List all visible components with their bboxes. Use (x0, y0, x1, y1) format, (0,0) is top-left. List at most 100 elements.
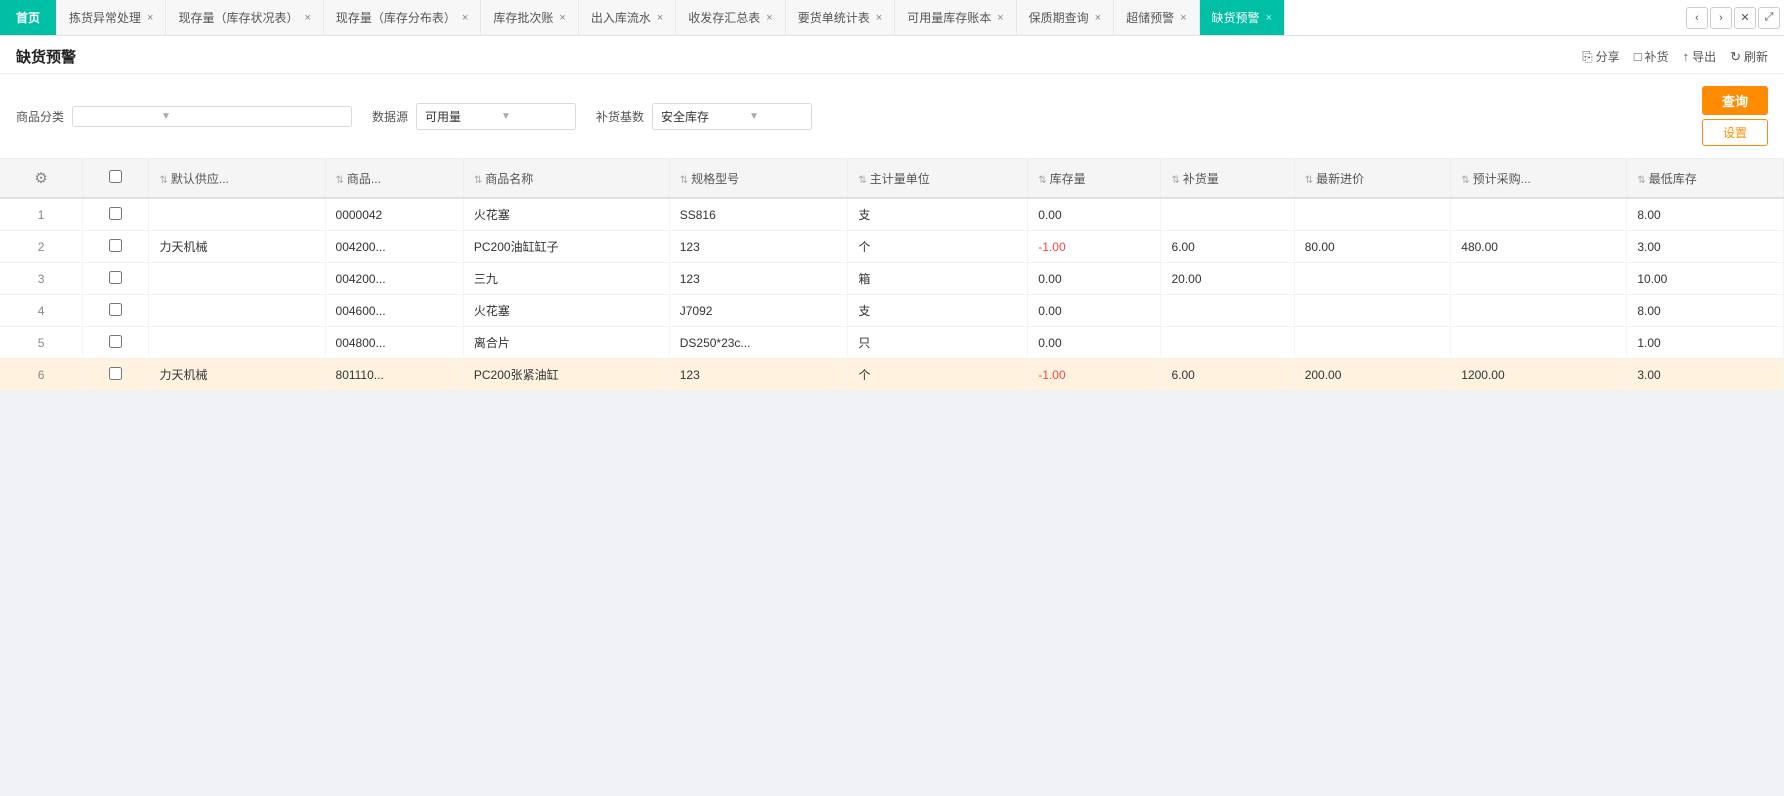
page-header: 缺货预警 ⎘ 分享 □ 补货 ↑ 导出 ↻ 刷新 (0, 36, 1784, 74)
tab-item-defect-process[interactable]: 拣货异常处理× (57, 0, 166, 35)
tab-close-defect-process[interactable]: × (147, 12, 153, 24)
td-default_supplier-row-5 (149, 327, 325, 359)
tab-label-home: 首页 (16, 9, 40, 26)
tab-close-demand-stats[interactable]: × (876, 12, 882, 24)
tab-nav-buttons: ‹ › ✕ ⤢ (1682, 0, 1784, 35)
settings-button[interactable]: 设置 (1702, 119, 1768, 146)
datasource-select[interactable]: 可用量 ▼ (416, 103, 576, 130)
th-latest_price[interactable]: ⇅最新进价 (1294, 159, 1451, 198)
tab-close-all-button[interactable]: ✕ (1734, 7, 1756, 29)
tab-label-inventory-dist: 现存量（库存分布表） (336, 9, 456, 26)
row-checkbox-4[interactable] (109, 303, 122, 316)
col-label-unit: 主计量单位 (870, 172, 930, 186)
tab-close-inventory-dist[interactable]: × (462, 12, 468, 24)
tab-item-available-ledger[interactable]: 可用量库存账本× (895, 0, 1016, 35)
td-goods_code-row-3: 004200... (325, 263, 463, 295)
td-checkbox-row-5 (83, 327, 149, 359)
th-goods_name[interactable]: ⇅商品名称 (463, 159, 669, 198)
row-checkbox-1[interactable] (109, 207, 122, 220)
th-default_supplier[interactable]: ⇅默认供应... (149, 159, 325, 198)
replenish-button[interactable]: □ 补货 (1634, 48, 1669, 65)
tab-expand-button[interactable]: ⤢ (1758, 7, 1780, 29)
th-replenish_qty[interactable]: ⇅补货量 (1161, 159, 1294, 198)
td-spec-row-6: 123 (669, 359, 848, 391)
col-label-goods_name: 商品名称 (485, 172, 533, 186)
td-replenish_qty-row-4 (1161, 295, 1294, 327)
tab-close-in-out-flow[interactable]: × (657, 12, 663, 24)
tab-item-overstock-warning[interactable]: 超储预警× (1114, 0, 1199, 35)
row-checkbox-6[interactable] (109, 367, 122, 380)
th-stock[interactable]: ⇅库存量 (1028, 159, 1161, 198)
replenish-base-filter-group: 补货基数 安全库存 ▼ (596, 103, 812, 130)
tab-item-demand-stats[interactable]: 要货单统计表× (786, 0, 895, 35)
tab-label-expiry-query: 保质期查询 (1029, 9, 1089, 26)
td-replenish_qty-row-3: 20.00 (1161, 263, 1294, 295)
td-goods_name-row-6: PC200张紧油缸 (463, 359, 669, 391)
th-forecast_purchase[interactable]: ⇅预计采购... (1451, 159, 1627, 198)
category-select-arrow: ▼ (161, 111, 171, 122)
sort-icon-goods_name: ⇅ (474, 175, 482, 186)
table-header-row: ⚙⇅默认供应...⇅商品...⇅商品名称⇅规格型号⇅主计量单位⇅库存量⇅补货量⇅… (0, 159, 1784, 198)
table-row: 3004200...三九123箱0.0020.0010.00 (0, 263, 1784, 295)
share-button[interactable]: ⎘ 分享 (1582, 48, 1619, 65)
td-forecast_purchase-row-2: 480.00 (1451, 231, 1627, 263)
export-button[interactable]: ↑ 导出 (1683, 48, 1717, 65)
td-unit-row-1: 支 (848, 198, 1028, 231)
tab-close-collect-summary[interactable]: × (766, 12, 772, 24)
tab-close-batch-account[interactable]: × (559, 12, 565, 24)
tab-item-collect-summary[interactable]: 收发存汇总表× (676, 0, 785, 35)
tab-close-inventory-status[interactable]: × (304, 12, 310, 24)
tab-item-home[interactable]: 首页 (0, 0, 57, 35)
tab-prev-button[interactable]: ‹ (1686, 7, 1708, 29)
tab-close-shortage-warning[interactable]: × (1266, 12, 1272, 24)
th-unit[interactable]: ⇅主计量单位 (848, 159, 1028, 198)
table-settings-icon[interactable]: ⚙ (30, 167, 52, 189)
tab-item-shortage-warning[interactable]: 缺货预警× (1200, 0, 1285, 35)
tab-item-expiry-query[interactable]: 保质期查询 × (1017, 0, 1114, 35)
td-default_supplier-row-2: 力天机械 (149, 231, 325, 263)
category-select[interactable]: ▼ (72, 106, 352, 127)
td-settings-row-1: 1 (0, 198, 83, 231)
tab-item-inventory-status[interactable]: 现存量（库存状况表）× (166, 0, 323, 35)
table-row: 2力天机械004200...PC200油缸缸子123个-1.006.0080.0… (0, 231, 1784, 263)
row-checkbox-5[interactable] (109, 335, 122, 348)
refresh-button[interactable]: ↻ 刷新 (1730, 48, 1768, 65)
query-button[interactable]: 查询 (1702, 86, 1768, 115)
td-stock-row-6: -1.00 (1028, 359, 1161, 391)
replenish-base-select[interactable]: 安全库存 ▼ (652, 103, 812, 130)
td-latest_price-row-6: 200.00 (1294, 359, 1451, 391)
tab-bar: 首页拣货异常处理×现存量（库存状况表）×现存量（库存分布表）×库存批次账×出入库… (0, 0, 1784, 36)
td-forecast_purchase-row-6: 1200.00 (1451, 359, 1627, 391)
tab-next-button[interactable]: › (1710, 7, 1732, 29)
share-icon: ⎘ (1582, 49, 1592, 65)
th-spec[interactable]: ⇅规格型号 (669, 159, 848, 198)
td-checkbox-row-2 (83, 231, 149, 263)
th-goods_code[interactable]: ⇅商品... (325, 159, 463, 198)
datasource-filter-group: 数据源 可用量 ▼ (372, 103, 576, 130)
th-min_stock[interactable]: ⇅最低库存 (1627, 159, 1784, 198)
tab-close-expiry-query[interactable]: × (1095, 12, 1101, 24)
td-stock-row-1: 0.00 (1028, 198, 1161, 231)
td-spec-row-2: 123 (669, 231, 848, 263)
td-min_stock-row-4: 8.00 (1627, 295, 1784, 327)
table-row: 4004600...火花塞J7092支0.008.00 (0, 295, 1784, 327)
tab-close-available-ledger[interactable]: × (997, 12, 1003, 24)
table-body: 10000042火花塞SS816支0.008.002力天机械004200...P… (0, 198, 1784, 391)
td-goods_name-row-2: PC200油缸缸子 (463, 231, 669, 263)
row-checkbox-2[interactable] (109, 239, 122, 252)
replenish-base-select-value: 安全库存 (661, 108, 709, 125)
td-min_stock-row-2: 3.00 (1627, 231, 1784, 263)
tab-item-batch-account[interactable]: 库存批次账× (481, 0, 578, 35)
td-goods_name-row-4: 火花塞 (463, 295, 669, 327)
td-checkbox-row-6 (83, 359, 149, 391)
category-filter-group: 商品分类 ▼ (16, 106, 352, 127)
td-forecast_purchase-row-5 (1451, 327, 1627, 359)
tab-item-in-out-flow[interactable]: 出入库流水× (579, 0, 676, 35)
tab-close-overstock-warning[interactable]: × (1180, 12, 1186, 24)
td-goods_code-row-1: 0000042 (325, 198, 463, 231)
row-checkbox-3[interactable] (109, 271, 122, 284)
tab-item-inventory-dist[interactable]: 现存量（库存分布表） × (324, 0, 481, 35)
td-min_stock-row-3: 10.00 (1627, 263, 1784, 295)
replenish-icon: □ (1634, 49, 1642, 64)
select-all-checkbox[interactable] (109, 170, 122, 183)
